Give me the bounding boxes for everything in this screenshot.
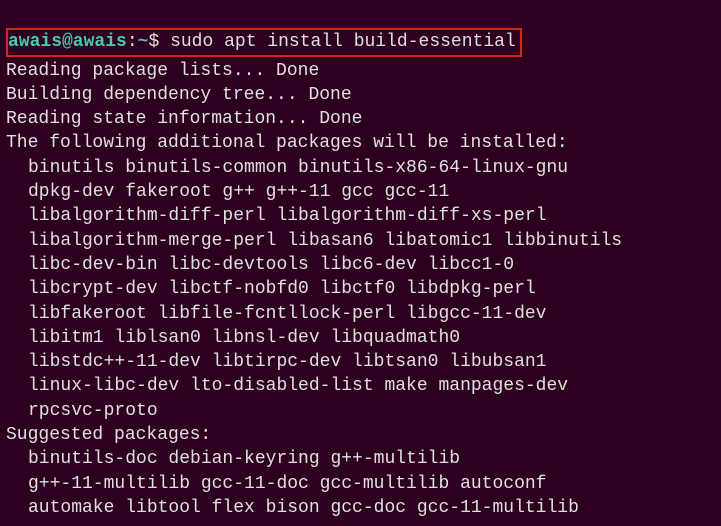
package-list-line: libalgorithm-diff-perl libalgorithm-diff…: [6, 204, 715, 228]
suggested-package-line: g++-11-multilib gcc-11-doc gcc-multilib …: [6, 472, 715, 496]
package-list-line: libitm1 liblsan0 libnsl-dev libquadmath0: [6, 326, 715, 350]
prompt-separator: :: [127, 32, 138, 52]
package-list-line: libc-dev-bin libc-devtools libc6-dev lib…: [6, 253, 715, 277]
package-list-line: binutils binutils-common binutils-x86-64…: [6, 156, 715, 180]
package-list-line: libcrypt-dev libctf-nobfd0 libctf0 libdp…: [6, 277, 715, 301]
package-list-line: dpkg-dev fakeroot g++ g++-11 gcc gcc-11: [6, 180, 715, 204]
package-list-line: libfakeroot libfile-fcntllock-perl libgc…: [6, 302, 715, 326]
package-list-line: rpcsvc-proto: [6, 399, 715, 423]
package-list-line: libstdc++-11-dev libtirpc-dev libtsan0 l…: [6, 350, 715, 374]
suggested-package-line: automake libtool flex bison gcc-doc gcc-…: [6, 496, 715, 520]
output-line: Reading package lists... Done: [6, 61, 319, 81]
output-line: Building dependency tree... Done: [6, 85, 352, 105]
command-prompt-highlighted: awais@awais:~$ sudo apt install build-es…: [6, 28, 522, 56]
prompt-path: ~: [138, 32, 149, 52]
suggested-package-line: binutils-doc debian-keyring g++-multilib: [6, 447, 715, 471]
entered-command[interactable]: sudo apt install build-essential: [170, 32, 516, 52]
output-line: The following additional packages will b…: [6, 133, 568, 153]
output-line: Suggested packages:: [6, 425, 211, 445]
prompt-user-host: awais@awais: [8, 32, 127, 52]
package-list-line: libalgorithm-merge-perl libasan6 libatom…: [6, 229, 715, 253]
prompt-symbol: $: [148, 32, 159, 52]
package-list-line: linux-libc-dev lto-disabled-list make ma…: [6, 374, 715, 398]
terminal-output: awais@awais:~$ sudo apt install build-es…: [6, 4, 715, 520]
output-line: Reading state information... Done: [6, 109, 362, 129]
